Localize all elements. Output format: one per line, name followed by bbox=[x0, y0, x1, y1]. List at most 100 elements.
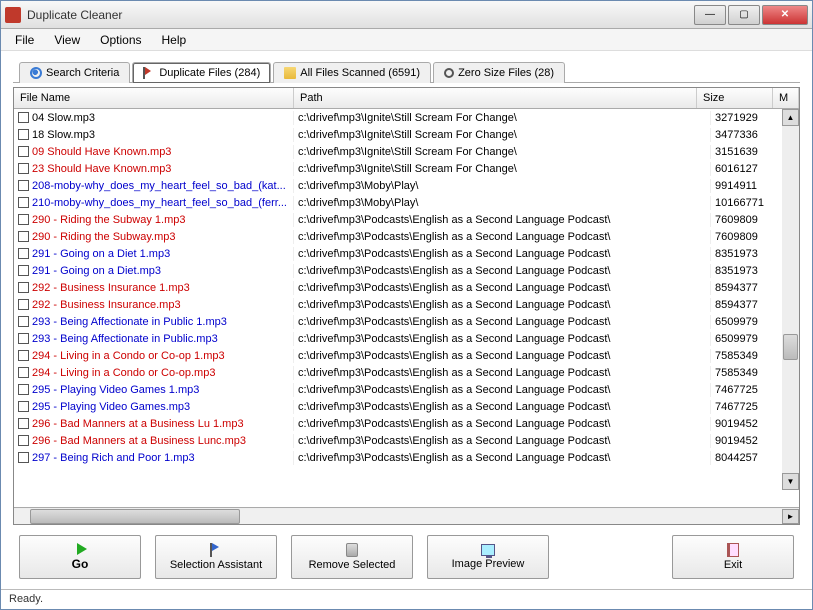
row-checkbox[interactable] bbox=[18, 180, 29, 191]
table-row[interactable]: 293 - Being Affectionate in Public.mp3c:… bbox=[14, 330, 799, 347]
tab-label: All Files Scanned (6591) bbox=[300, 67, 420, 79]
go-button[interactable]: Go bbox=[19, 535, 141, 579]
row-checkbox[interactable] bbox=[18, 248, 29, 259]
row-checkbox[interactable] bbox=[18, 367, 29, 378]
file-name: 04 Slow.mp3 bbox=[32, 112, 95, 124]
table-row[interactable]: 297 - Being Rich and Poor 1.mp3c:\drivef… bbox=[14, 449, 799, 466]
scroll-right-arrow[interactable]: ► bbox=[782, 509, 799, 524]
row-checkbox[interactable] bbox=[18, 299, 29, 310]
col-size[interactable]: Size bbox=[697, 88, 773, 108]
flag-icon bbox=[143, 67, 155, 79]
menu-file[interactable]: File bbox=[5, 31, 44, 49]
hscroll-thumb[interactable] bbox=[30, 509, 240, 524]
row-checkbox[interactable] bbox=[18, 112, 29, 123]
file-size: 6509979 bbox=[711, 315, 787, 329]
magnifier-icon bbox=[30, 67, 42, 79]
tab-duplicate-files[interactable]: Duplicate Files (284) bbox=[132, 62, 271, 83]
row-checkbox[interactable] bbox=[18, 129, 29, 140]
col-filename[interactable]: File Name bbox=[14, 88, 294, 108]
table-row[interactable]: 18 Slow.mp3c:\drivef\mp3\Ignite\Still Sc… bbox=[14, 126, 799, 143]
row-checkbox[interactable] bbox=[18, 384, 29, 395]
selection-assistant-button[interactable]: Selection Assistant bbox=[155, 535, 277, 579]
table-row[interactable]: 294 - Living in a Condo or Co-op.mp3c:\d… bbox=[14, 364, 799, 381]
exit-label: Exit bbox=[724, 559, 742, 571]
table-row[interactable]: 293 - Being Affectionate in Public 1.mp3… bbox=[14, 313, 799, 330]
table-row[interactable]: 292 - Business Insurance 1.mp3c:\drivef\… bbox=[14, 279, 799, 296]
tab-all-files[interactable]: All Files Scanned (6591) bbox=[273, 62, 431, 83]
image-preview-button[interactable]: Image Preview bbox=[427, 535, 549, 579]
row-checkbox[interactable] bbox=[18, 282, 29, 293]
zero-icon bbox=[444, 68, 454, 78]
minimize-button[interactable]: — bbox=[694, 5, 726, 25]
table-row[interactable]: 295 - Playing Video Games 1.mp3c:\drivef… bbox=[14, 381, 799, 398]
file-name: 208-moby-why_does_my_heart_feel_so_bad_(… bbox=[32, 180, 286, 192]
file-size: 7609809 bbox=[711, 213, 787, 227]
close-button[interactable]: ✕ bbox=[762, 5, 808, 25]
table-row[interactable]: 291 - Going on a Diet.mp3c:\drivef\mp3\P… bbox=[14, 262, 799, 279]
table-row[interactable]: 291 - Going on a Diet 1.mp3c:\drivef\mp3… bbox=[14, 245, 799, 262]
file-size: 10166771 bbox=[711, 196, 787, 210]
file-name: 09 Should Have Known.mp3 bbox=[32, 146, 171, 158]
grid-body[interactable]: ▲ ▼ 04 Slow.mp3 c:\drivef\mp3\Ignite\Stil… bbox=[14, 109, 799, 507]
table-row[interactable]: 290 - Riding the Subway.mp3c:\drivef\mp3… bbox=[14, 228, 799, 245]
file-size: 7585349 bbox=[711, 349, 787, 363]
scroll-thumb[interactable] bbox=[783, 334, 798, 360]
scroll-down-arrow[interactable]: ▼ bbox=[782, 473, 799, 490]
scroll-up-arrow[interactable]: ▲ bbox=[782, 109, 799, 126]
maximize-button[interactable]: ▢ bbox=[728, 5, 760, 25]
hscroll-track[interactable] bbox=[14, 509, 782, 524]
col-path[interactable]: Path bbox=[294, 88, 697, 108]
row-checkbox[interactable] bbox=[18, 146, 29, 157]
horizontal-scrollbar[interactable]: ◄ ► bbox=[14, 507, 799, 524]
table-row[interactable]: 23 Should Have Known.mp3c:\drivef\mp3\Ig… bbox=[14, 160, 799, 177]
file-size: 7609809 bbox=[711, 230, 787, 244]
row-checkbox[interactable] bbox=[18, 214, 29, 225]
table-row[interactable]: 208-moby-why_does_my_heart_feel_so_bad_(… bbox=[14, 177, 799, 194]
file-path: c:\drivef\mp3\Ignite\Still Scream For Ch… bbox=[294, 111, 711, 125]
table-row[interactable]: 290 - Riding the Subway 1.mp3c:\drivef\m… bbox=[14, 211, 799, 228]
table-row[interactable]: 292 - Business Insurance.mp3c:\drivef\mp… bbox=[14, 296, 799, 313]
row-checkbox[interactable] bbox=[18, 452, 29, 463]
file-name: 293 - Being Affectionate in Public.mp3 bbox=[32, 333, 218, 345]
table-row[interactable]: 296 - Bad Manners at a Business Lu 1.mp3… bbox=[14, 415, 799, 432]
tab-label: Search Criteria bbox=[46, 67, 119, 79]
row-checkbox[interactable] bbox=[18, 401, 29, 412]
file-size: 7585349 bbox=[711, 366, 787, 380]
file-path: c:\drivef\mp3\Podcasts\English as a Seco… bbox=[294, 417, 711, 431]
row-checkbox[interactable] bbox=[18, 197, 29, 208]
row-checkbox[interactable] bbox=[18, 350, 29, 361]
row-checkbox[interactable] bbox=[18, 265, 29, 276]
row-checkbox[interactable] bbox=[18, 316, 29, 327]
scroll-track[interactable] bbox=[782, 126, 799, 473]
content-area: Search Criteria Duplicate Files (284) Al… bbox=[1, 51, 812, 589]
file-name: 293 - Being Affectionate in Public 1.mp3 bbox=[32, 316, 227, 328]
row-checkbox[interactable] bbox=[18, 333, 29, 344]
file-path: c:\drivef\mp3\Ignite\Still Scream For Ch… bbox=[294, 145, 711, 159]
table-row[interactable]: 294 - Living in a Condo or Co-op 1.mp3c:… bbox=[14, 347, 799, 364]
tab-search-criteria[interactable]: Search Criteria bbox=[19, 62, 130, 83]
table-row[interactable]: 210-moby-why_does_my_heart_feel_so_bad_(… bbox=[14, 194, 799, 211]
file-name: 295 - Playing Video Games.mp3 bbox=[32, 401, 190, 413]
row-checkbox[interactable] bbox=[18, 231, 29, 242]
table-row[interactable]: 09 Should Have Known.mp3 c:\drivef\mp3\Ig… bbox=[14, 143, 799, 160]
row-checkbox[interactable] bbox=[18, 435, 29, 446]
exit-icon bbox=[727, 543, 739, 557]
file-path: c:\drivef\mp3\Podcasts\English as a Seco… bbox=[294, 349, 711, 363]
row-checkbox[interactable] bbox=[18, 418, 29, 429]
menu-view[interactable]: View bbox=[44, 31, 90, 49]
file-name: 291 - Going on a Diet.mp3 bbox=[32, 265, 161, 277]
file-path: c:\drivef\mp3\Podcasts\English as a Seco… bbox=[294, 213, 711, 227]
menu-options[interactable]: Options bbox=[90, 31, 151, 49]
tab-zero-size[interactable]: Zero Size Files (28) bbox=[433, 62, 565, 83]
row-checkbox[interactable] bbox=[18, 163, 29, 174]
file-path: c:\drivef\mp3\Podcasts\English as a Seco… bbox=[294, 281, 711, 295]
remove-selected-button[interactable]: Remove Selected bbox=[291, 535, 413, 579]
file-path: c:\drivef\mp3\Podcasts\English as a Seco… bbox=[294, 315, 711, 329]
table-row[interactable]: 296 - Bad Manners at a Business Lunc.mp3… bbox=[14, 432, 799, 449]
exit-button[interactable]: Exit bbox=[672, 535, 794, 579]
table-row[interactable]: 295 - Playing Video Games.mp3c:\drivef\m… bbox=[14, 398, 799, 415]
vertical-scrollbar[interactable]: ▲ ▼ bbox=[782, 109, 799, 490]
col-m[interactable]: M bbox=[773, 88, 799, 108]
menu-help[interactable]: Help bbox=[152, 31, 197, 49]
table-row[interactable]: 04 Slow.mp3 c:\drivef\mp3\Ignite\Still Sc… bbox=[14, 109, 799, 126]
